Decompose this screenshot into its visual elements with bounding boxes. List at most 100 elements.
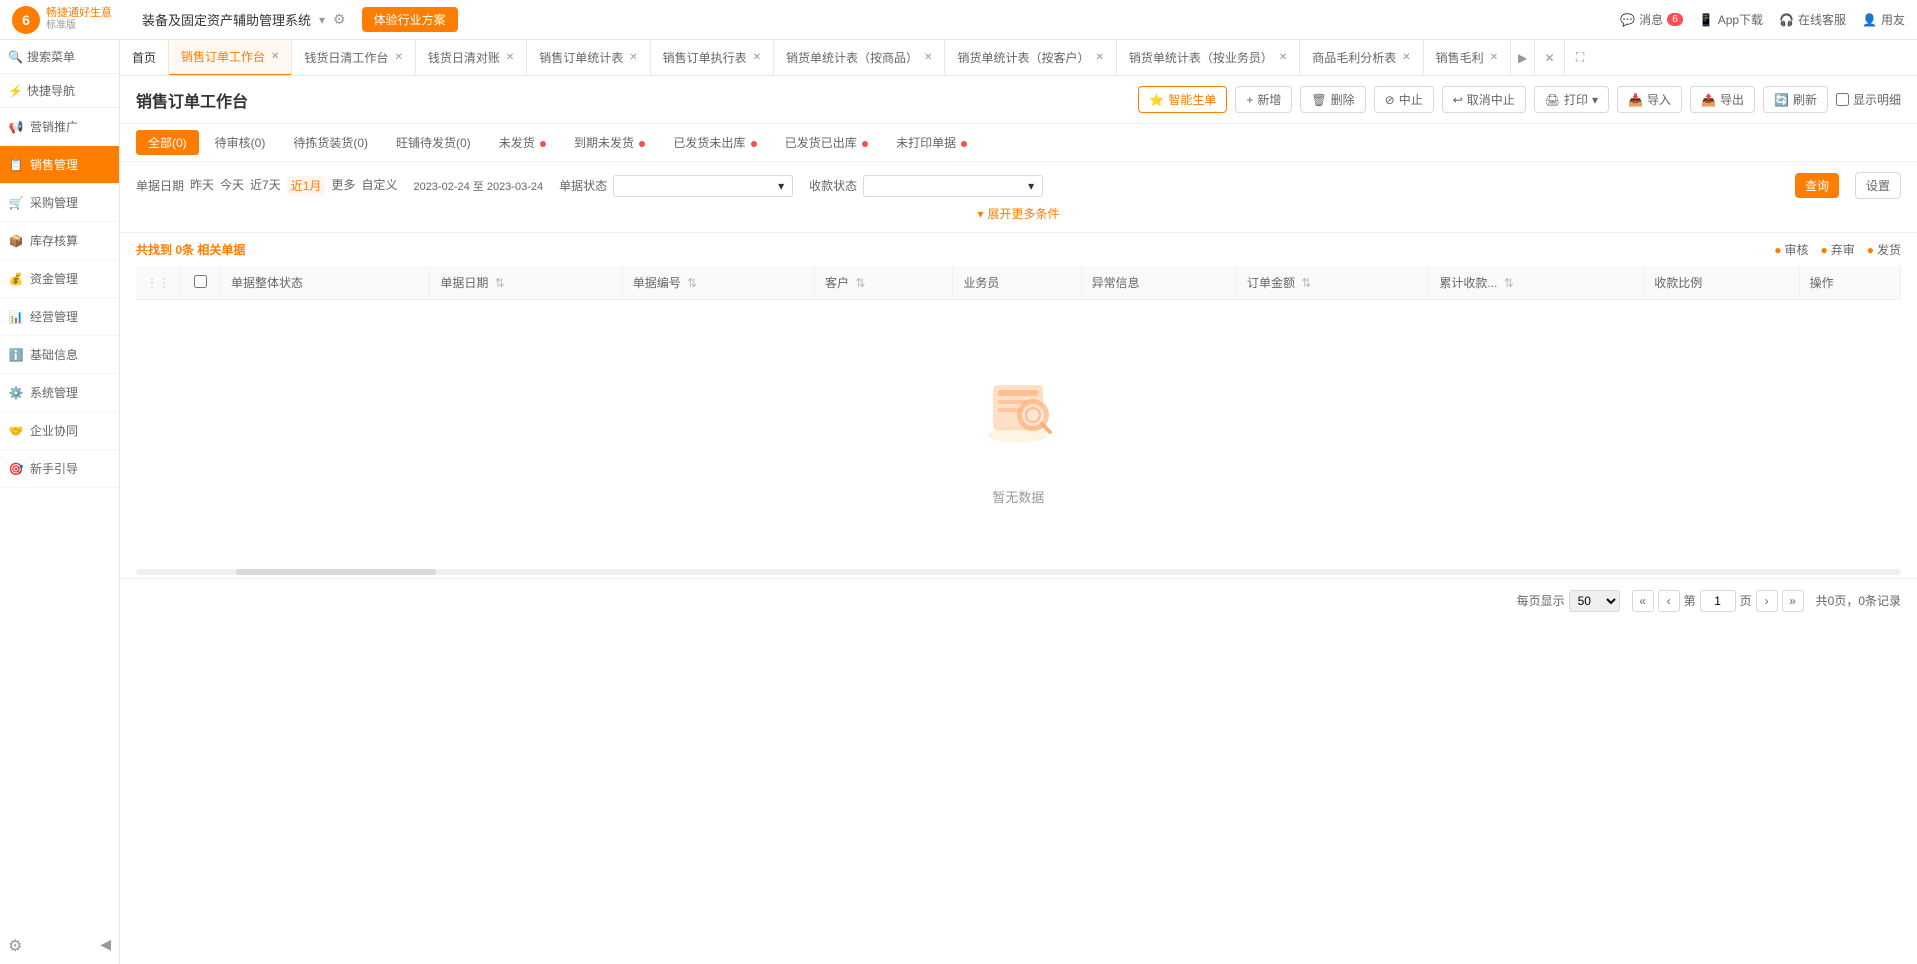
cancel-audit-btn[interactable]: ● 弃审 <box>1820 241 1854 258</box>
sidebar-item-guide[interactable]: 🎯 新手引导 <box>0 450 119 488</box>
audit-btn[interactable]: ● 审核 <box>1774 241 1808 258</box>
industry-btn[interactable]: 体验行业方案 <box>362 7 458 32</box>
first-page-btn[interactable]: « <box>1632 590 1654 612</box>
tab-close-icon[interactable]: ✕ <box>506 52 514 63</box>
status-filter: 单据状态 ▾ <box>559 175 793 197</box>
app-download-btn[interactable]: 📱 App下载 <box>1699 11 1763 28</box>
sidebar-item-inventory[interactable]: 📦 库存核算 <box>0 222 119 260</box>
tab-sales-workbench[interactable]: 销售订单工作台 ✕ <box>169 40 292 76</box>
tab-close-icon[interactable]: ✕ <box>1402 52 1410 63</box>
sidebar-item-finance[interactable]: 💰 资金管理 <box>0 260 119 298</box>
print-btn[interactable]: 🖨 打印 ▾ <box>1534 86 1609 113</box>
message-btn[interactable]: 💬 消息 6 <box>1620 11 1683 28</box>
tab-cash-daily[interactable]: 钱货日清工作台 ✕ <box>292 40 415 76</box>
import-btn[interactable]: 📥 导入 <box>1617 86 1682 113</box>
tab-gross-profit[interactable]: 商品毛利分析表 ✕ <box>1300 40 1423 76</box>
sidebar-item-operation[interactable]: 📊 经营管理 <box>0 298 119 336</box>
last-page-btn[interactable]: » <box>1782 590 1804 612</box>
sub-tab-not-shipped[interactable]: 未发货 <box>487 130 558 155</box>
sidebar-collapse-icon[interactable]: ◀ <box>100 936 111 956</box>
dropdown-arrow-icon[interactable]: ▾ <box>319 13 325 27</box>
sub-tab-overdue[interactable]: 到期未发货 <box>562 130 657 155</box>
total-count: 共0页，0条记录 <box>1816 592 1901 609</box>
lightning-icon: ⚡ <box>8 84 23 98</box>
date-opt-1month[interactable]: 近1月 <box>287 176 326 195</box>
stop-btn[interactable]: ⊘ 中止 <box>1374 86 1434 113</box>
tab-sales-exec[interactable]: 销售订单执行表 ✕ <box>651 40 774 76</box>
sidebar-item-sales[interactable]: 📋 销售管理 <box>0 146 119 184</box>
tab-close-icon[interactable]: ✕ <box>394 52 402 63</box>
sub-tab-wangpu[interactable]: 旺铺待发货(0) <box>384 130 483 155</box>
tab-home[interactable]: 首页 <box>120 40 169 76</box>
select-all-checkbox[interactable] <box>194 275 207 288</box>
date-opt-custom[interactable]: 自定义 <box>361 176 397 195</box>
tab-close-all-btn[interactable]: ✕ <box>1535 40 1565 76</box>
sub-tab-not-printed[interactable]: 未打印单据 <box>884 130 979 155</box>
tab-sales-by-product[interactable]: 销货单统计表（按商品） ✕ <box>774 40 945 76</box>
query-btn[interactable]: 查询 <box>1795 173 1839 198</box>
tab-scroll-right-btn[interactable]: ▶ <box>1511 40 1535 76</box>
tab-sales-by-staff[interactable]: 销货单统计表（按业务员） ✕ <box>1117 40 1300 76</box>
action-col-header: 操作 <box>1799 266 1900 300</box>
settings-icon[interactable]: ⚙ <box>333 11 346 28</box>
tab-close-icon[interactable]: ✕ <box>1095 52 1103 63</box>
sidebar-search[interactable]: 🔍 搜索菜单 <box>0 40 119 74</box>
expand-filter-btn[interactable]: ▾ 展开更多条件 <box>977 205 1059 222</box>
top-header: 6 畅捷通好生意 标准版 装备及固定资产辅助管理系统 ▾ ⚙ 体验行业方案 💬 … <box>0 0 1917 40</box>
show-detail-checkbox[interactable] <box>1836 93 1849 106</box>
smart-create-btn[interactable]: ⭐ 智能生单 <box>1138 86 1227 113</box>
expand-icon: ▾ <box>977 207 983 221</box>
sub-tab-inspect[interactable]: 待拣货装货(0) <box>281 130 380 155</box>
sidebar-item-purchase[interactable]: 🛒 采购管理 <box>0 184 119 222</box>
check-col-header <box>181 266 221 300</box>
date-opt-7days[interactable]: 近7天 <box>250 176 281 195</box>
sidebar-quick[interactable]: ⚡ 快捷导航 <box>0 74 119 108</box>
export-btn[interactable]: 📤 导出 <box>1690 86 1755 113</box>
sidebar-item-base[interactable]: ℹ️ 基础信息 <box>0 336 119 374</box>
tab-close-icon[interactable]: ✕ <box>629 52 637 63</box>
tab-expand-btn[interactable]: ⛶ <box>1565 40 1595 76</box>
page-number-input[interactable] <box>1700 590 1736 612</box>
date-opt-more[interactable]: 更多 <box>331 176 355 195</box>
sidebar-settings-icon[interactable]: ⚙ <box>8 936 22 956</box>
tab-cash-reconcile[interactable]: 钱货日清对账 ✕ <box>416 40 527 76</box>
red-dot-icon <box>751 141 757 147</box>
tab-close-icon[interactable]: ✕ <box>271 51 279 62</box>
next-page-btn[interactable]: › <box>1756 590 1778 612</box>
sidebar-item-marketing[interactable]: 📢 营销推广 <box>0 108 119 146</box>
date-opt-yesterday[interactable]: 昨天 <box>190 176 214 195</box>
status-select[interactable]: ▾ <box>613 175 793 197</box>
sidebar-item-system[interactable]: ⚙️ 系统管理 <box>0 374 119 412</box>
sidebar: 🔍 搜索菜单 ⚡ 快捷导航 📢 营销推广 📋 销售管理 🛒 采购管理 📦 库存核… <box>0 40 120 964</box>
payment-select[interactable]: ▾ <box>863 175 1043 197</box>
date-opt-today[interactable]: 今天 <box>220 176 244 195</box>
scroll-track[interactable] <box>136 569 1901 575</box>
sub-tab-shipped-not-out[interactable]: 已发货未出库 <box>661 130 768 155</box>
sub-tab-shipped-out[interactable]: 已发货已出库 <box>773 130 880 155</box>
tab-sales-more[interactable]: 销售毛利 ✕ <box>1424 40 1511 76</box>
user-menu[interactable]: 👤 用友 <box>1862 11 1905 28</box>
guide-icon: 🎯 <box>8 461 24 477</box>
cancel-stop-btn[interactable]: ↩ 取消中止 <box>1442 86 1526 113</box>
ship-icon: ● <box>1867 243 1874 257</box>
prev-page-btn[interactable]: ‹ <box>1658 590 1680 612</box>
sidebar-item-enterprise[interactable]: 🤝 企业协同 <box>0 412 119 450</box>
page-size-dropdown[interactable]: 50 10 20 100 <box>1569 590 1620 612</box>
sub-tab-all[interactable]: 全部(0) <box>136 130 199 155</box>
sub-tab-pending[interactable]: 待审核(0) <box>203 130 278 155</box>
add-btn[interactable]: + 新增 <box>1235 86 1292 113</box>
tab-close-icon[interactable]: ✕ <box>924 52 932 63</box>
tab-close-icon[interactable]: ✕ <box>1279 52 1287 63</box>
check-icon: ● <box>1774 243 1781 257</box>
tab-sales-by-customer[interactable]: 销货单统计表（按客户） ✕ <box>945 40 1116 76</box>
tab-sales-stat[interactable]: 销售订单统计表 ✕ <box>527 40 650 76</box>
status-select-value <box>622 179 625 193</box>
scroll-thumb[interactable] <box>236 569 436 575</box>
online-service-btn[interactable]: 🎧 在线客服 <box>1779 11 1846 28</box>
tab-close-icon[interactable]: ✕ <box>1490 52 1498 63</box>
tab-close-icon[interactable]: ✕ <box>753 52 761 63</box>
delete-btn[interactable]: 🗑 删除 <box>1300 86 1365 113</box>
settings-btn[interactable]: 设置 <box>1855 172 1901 199</box>
refresh-btn[interactable]: 🔄 刷新 <box>1763 86 1828 113</box>
ship-btn[interactable]: ● 发货 <box>1867 241 1901 258</box>
